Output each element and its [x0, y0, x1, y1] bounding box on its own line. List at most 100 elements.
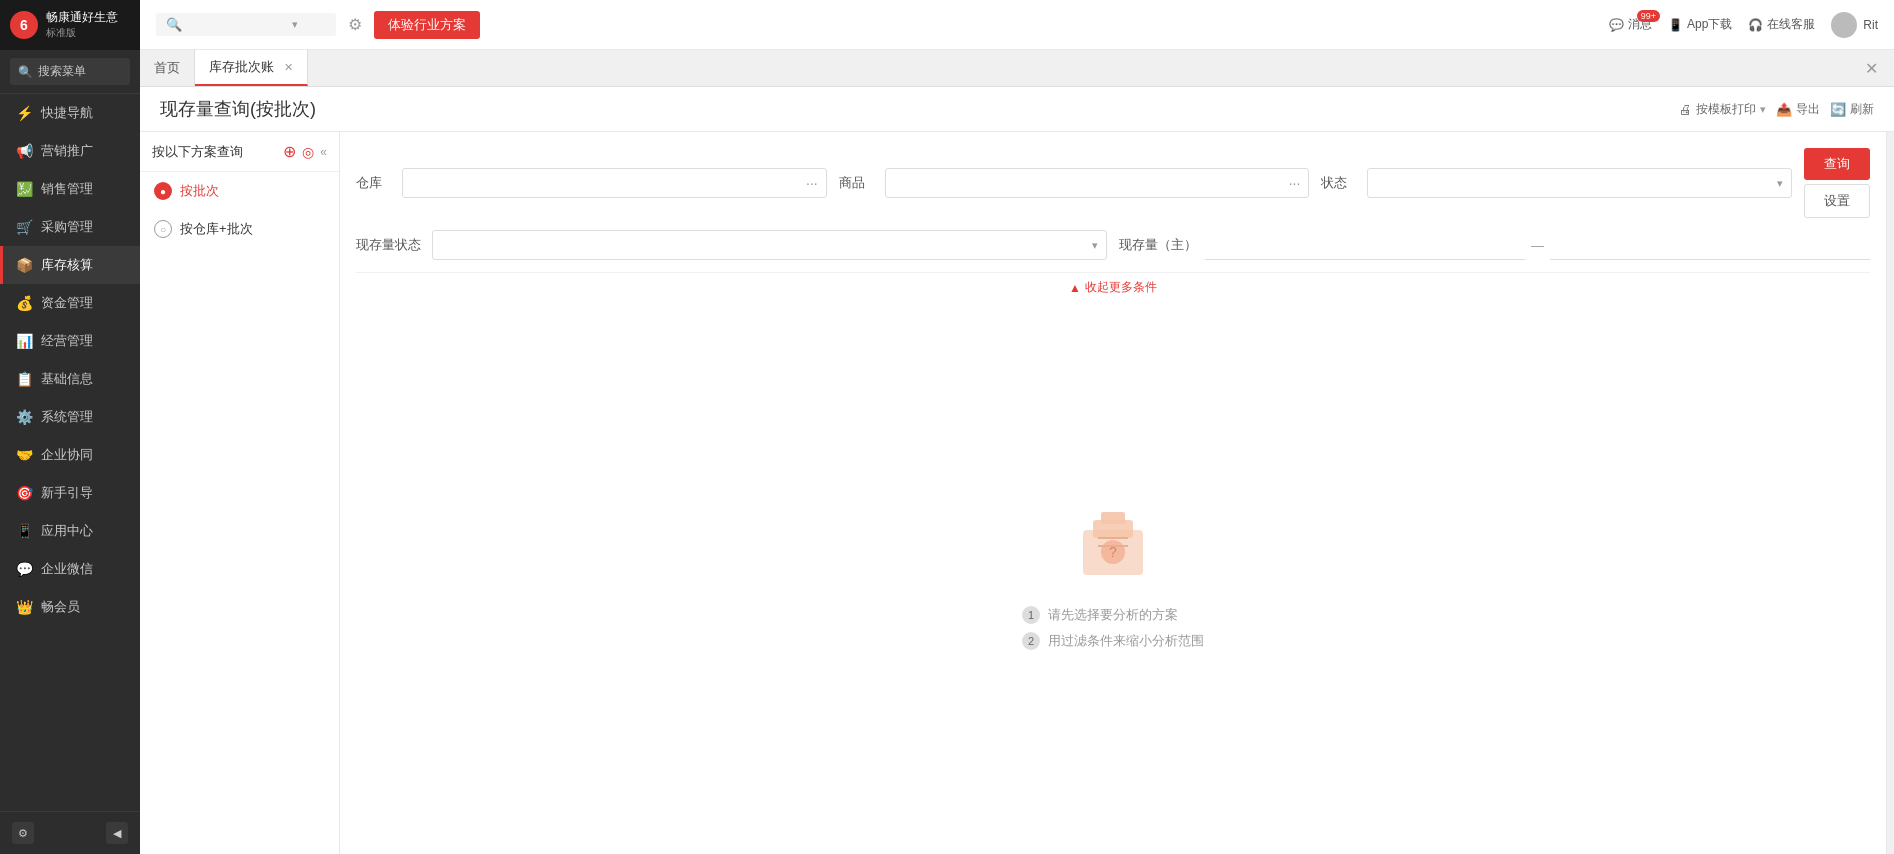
left-panel-actions: ⊕ ◎ «	[283, 142, 327, 161]
finance-icon: 💰	[15, 294, 33, 312]
sidebar-item-quick-nav[interactable]: ⚡ 快捷导航	[0, 94, 140, 132]
inventory-qty-range: —	[1205, 230, 1870, 260]
user-menu[interactable]: Rit	[1831, 12, 1878, 38]
plan-label-by-batch: 按批次	[180, 182, 219, 200]
filter-row-2: 现存量状态 ▾ 现存量（主） —	[356, 230, 1870, 260]
inventory-qty-max-input[interactable]	[1550, 230, 1870, 260]
sidebar-item-newbie[interactable]: 🎯 新手引导	[0, 474, 140, 512]
inventory-qty-min-input[interactable]	[1205, 230, 1525, 260]
messages-badge: 99+	[1637, 10, 1660, 22]
add-plan-icon[interactable]: ⊕	[283, 142, 296, 161]
newbie-icon: 🎯	[15, 484, 33, 502]
basic-info-icon: 📋	[15, 370, 33, 388]
empty-tip-2: 2 用过滤条件来缩小分析范围	[1022, 632, 1204, 650]
sales-icon: 💹	[15, 180, 33, 198]
status-select[interactable]: ▾	[1367, 168, 1792, 198]
product-dots-icon: ···	[1289, 175, 1301, 191]
close-tab-main-button[interactable]: ✕	[1865, 59, 1878, 78]
warehouse-dots-icon: ···	[806, 175, 818, 191]
app-download-button[interactable]: 📱 App下载	[1668, 16, 1732, 33]
plan-item-by-warehouse-batch[interactable]: ○ 按仓库+批次	[140, 210, 339, 248]
settings-plan-icon[interactable]: ◎	[302, 144, 314, 160]
export-button[interactable]: 📤 导出	[1776, 101, 1820, 118]
topbar-chevron-icon[interactable]: ▾	[292, 18, 298, 31]
plan-active-icon: ●	[154, 182, 172, 200]
right-main: 仓库 ··· 商品 ···	[340, 132, 1886, 854]
collapse-label: 收起更多条件	[1085, 279, 1157, 296]
sidebar-footer: ⚙ ◀	[0, 811, 140, 854]
content-body: 按以下方案查询 ⊕ ◎ « ● 按批次 ○ 按仓库+批次	[140, 132, 1894, 854]
sidebar-item-member[interactable]: 👑 畅会员	[0, 588, 140, 626]
empty-tip-1: 1 请先选择要分析的方案	[1022, 606, 1204, 624]
home-tab-label: 首页	[154, 59, 180, 77]
print-icon: 🖨	[1679, 102, 1692, 117]
sidebar-item-finance[interactable]: 💰 资金管理	[0, 284, 140, 322]
inventory-icon: 📦	[15, 256, 33, 274]
filter-inventory-status: 现存量状态 ▾	[356, 230, 1107, 260]
filter-status: 状态 ▾	[1321, 168, 1792, 198]
headset-icon: 🎧	[1748, 18, 1763, 32]
sidebar-item-label: 采购管理	[41, 218, 93, 236]
collapse-sidebar-button[interactable]: ◀	[106, 822, 128, 844]
collapse-more-conditions[interactable]: ▲ 收起更多条件	[356, 272, 1870, 302]
member-icon: 👑	[15, 598, 33, 616]
sidebar-item-operations[interactable]: 📊 经营管理	[0, 322, 140, 360]
query-button[interactable]: 查询	[1804, 148, 1870, 180]
filter-section: 仓库 ··· 商品 ···	[356, 148, 1870, 302]
sidebar-item-enterprise[interactable]: 🤝 企业协同	[0, 436, 140, 474]
sidebar-item-system[interactable]: ⚙️ 系统管理	[0, 398, 140, 436]
right-scrollbar[interactable]	[1886, 132, 1894, 854]
plan-item-by-batch[interactable]: ● 按批次	[140, 172, 339, 210]
tip-1-number: 1	[1022, 606, 1040, 624]
warehouse-input[interactable]: ···	[402, 168, 827, 198]
topbar-search-area[interactable]: 🔍 ▾	[156, 13, 336, 36]
page-title: 现存量查询(按批次)	[160, 97, 316, 121]
export-label: 导出	[1796, 101, 1820, 118]
left-panel-header: 按以下方案查询 ⊕ ◎ «	[140, 132, 339, 172]
sidebar-item-inventory[interactable]: 📦 库存核算	[0, 246, 140, 284]
online-service-button[interactable]: 🎧 在线客服	[1748, 16, 1815, 33]
system-icon: ⚙️	[15, 408, 33, 426]
sidebar-item-label: 畅会员	[41, 598, 80, 616]
tab-inventory-batch[interactable]: 库存批次账 ✕	[195, 50, 308, 86]
settings-button[interactable]: 设置	[1804, 184, 1870, 218]
purchase-icon: 🛒	[15, 218, 33, 236]
wechat-icon: 💬	[15, 560, 33, 578]
collapse-left-panel-icon[interactable]: «	[320, 145, 327, 159]
app-download-label: App下载	[1687, 16, 1732, 33]
search-menu-button[interactable]: 🔍 搜索菜单	[10, 58, 130, 85]
topbar-gear-icon[interactable]: ⚙	[348, 15, 362, 34]
empty-tips: 1 请先选择要分析的方案 2 用过滤条件来缩小分析范围	[1022, 606, 1204, 650]
filter-warehouse: 仓库 ···	[356, 168, 827, 198]
sidebar-item-label: 销售管理	[41, 180, 93, 198]
sidebar-header: 6 畅康通好生意 标准版	[0, 0, 140, 50]
sidebar-item-app-center[interactable]: 📱 应用中心	[0, 512, 140, 550]
topbar-actions: 💬 消息 99+ 📱 App下载 🎧 在线客服 Rit	[1609, 12, 1878, 38]
tab-close-icon[interactable]: ✕	[284, 61, 293, 74]
filter-inventory-qty: 现存量（主） —	[1119, 230, 1870, 260]
experience-btn[interactable]: 体验行业方案	[374, 11, 480, 39]
export-icon: 📤	[1776, 102, 1792, 117]
sidebar-item-sales[interactable]: 💹 销售管理	[0, 170, 140, 208]
sidebar-item-marketing[interactable]: 📢 营销推广	[0, 132, 140, 170]
print-template-button[interactable]: 🖨 按模板打印 ▾	[1679, 101, 1766, 118]
tab-home[interactable]: 首页	[140, 50, 195, 86]
settings-footer-button[interactable]: ⚙	[12, 822, 34, 844]
sidebar-item-basic-info[interactable]: 📋 基础信息	[0, 360, 140, 398]
refresh-button[interactable]: 🔄 刷新	[1830, 101, 1874, 118]
warehouse-label: 仓库	[356, 174, 396, 192]
sidebar-search-area[interactable]: 🔍 搜索菜单	[0, 50, 140, 94]
empty-state: ? 1 请先选择要分析的方案 2 用过滤条件来缩小分析范围	[356, 302, 1870, 838]
product-input[interactable]: ···	[885, 168, 1310, 198]
tabs-container: 首页 库存批次账 ✕ ✕	[140, 50, 1894, 86]
inventory-status-select[interactable]: ▾	[432, 230, 1107, 260]
sidebar-item-purchase[interactable]: 🛒 采购管理	[0, 208, 140, 246]
topbar-search-input[interactable]	[187, 18, 287, 32]
sidebar-item-label: 系统管理	[41, 408, 93, 426]
avatar	[1831, 12, 1857, 38]
print-chevron-icon: ▾	[1760, 103, 1766, 116]
app-subtitle: 标准版	[46, 26, 118, 40]
svg-rect-2	[1101, 512, 1125, 524]
sidebar-item-wechat[interactable]: 💬 企业微信	[0, 550, 140, 588]
messages-button[interactable]: 💬 消息 99+	[1609, 16, 1652, 33]
